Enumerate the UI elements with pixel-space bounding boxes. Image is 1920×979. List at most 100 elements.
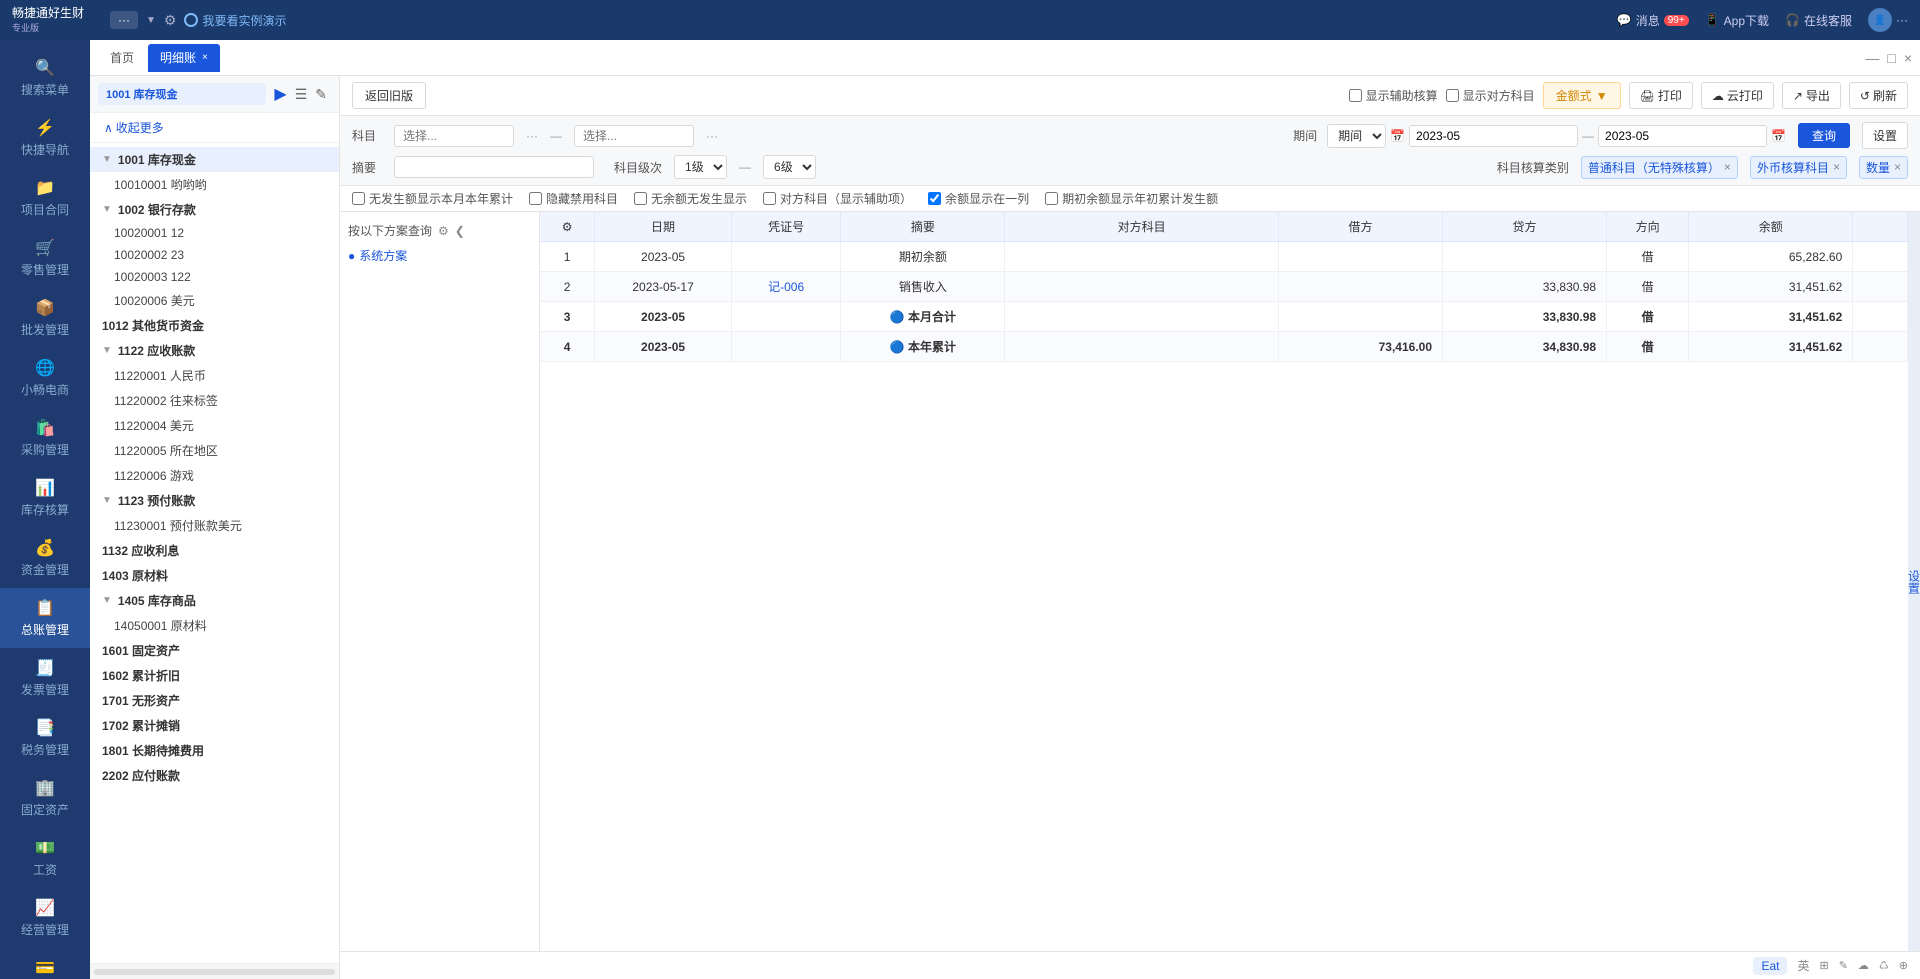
filter-tag-foreign[interactable]: 外币核算科目 × [1750,156,1847,179]
app-download-tool[interactable]: 📱 App下载 [1705,12,1769,29]
message-tool[interactable]: 💬 消息 99+ [1617,12,1689,29]
period-end-calendar-icon[interactable]: 📅 [1771,129,1786,143]
sidebar-item-ledger[interactable]: 📋 总账管理 [0,588,90,648]
opposite-subject-checkbox[interactable]: 对方科目（显示辅助项） [763,190,912,207]
sidebar-item-ecommerce[interactable]: 🌐 小畅电商 [0,348,90,408]
tab-close-btn[interactable]: × [1904,50,1912,66]
tree-item-1403[interactable]: 1403 原材料 [90,563,339,588]
no-balance-input[interactable] [634,192,647,205]
show-aux-input[interactable] [1349,89,1362,102]
opposite-subject-input[interactable] [763,192,776,205]
sidebar-item-tax[interactable]: 📑 税务管理 [0,708,90,768]
opening-year-checkbox[interactable]: 期初余额显示年初累计发生额 [1045,190,1218,207]
period-type-select[interactable]: 期间 [1327,124,1386,148]
query-btn[interactable]: 查询 [1798,123,1850,148]
period-end-input[interactable] [1598,125,1767,147]
sidebar-item-retail[interactable]: 🛒 零售管理 [0,228,90,288]
level-to-select[interactable]: 6级 [763,155,816,179]
tree-item-1405[interactable]: ▼ 1405 库存商品 [90,588,339,613]
online-service-tool[interactable]: 🎧 在线客服 [1785,12,1852,29]
tree-item-11220005[interactable]: 11220005 所在地区 [90,438,339,463]
gear-icon[interactable]: ⚙ [164,12,177,29]
balance-col-checkbox[interactable]: 余额显示在一列 [928,190,1029,207]
refresh-btn[interactable]: ↺ 刷新 [1849,82,1908,109]
show-aux-checkbox[interactable]: 显示辅助核算 [1349,87,1438,104]
tree-item-1132[interactable]: 1132 应收利息 [90,538,339,563]
sidebar-item-quicknav[interactable]: ⚡ 快捷导航 [0,108,90,168]
sidebar-item-finance[interactable]: 💰 资金管理 [0,528,90,588]
tab-close-icon[interactable]: × [202,52,208,63]
sidebar-item-assets[interactable]: 🏢 固定资产 [0,768,90,828]
tree-item-11220002[interactable]: 11220002 往来标签 [90,388,339,413]
tree-item-2202[interactable]: 2202 应付账款 [90,763,339,788]
sidebar-item-xiaochang[interactable]: 💳 小畅报销 [0,948,90,979]
status-icon-4[interactable]: ♺ [1879,959,1889,972]
no-balance-checkbox[interactable]: 无余额无发生显示 [634,190,747,207]
th-settings[interactable]: ⚙ [540,212,595,242]
cloud-print-btn[interactable]: ☁ 云打印 [1701,82,1774,109]
status-icon-5[interactable]: ⊕ [1899,959,1908,972]
back-btn[interactable]: 返回旧版 [352,82,426,109]
hide-disabled-checkbox[interactable]: 隐藏禁用科目 [529,190,618,207]
tree-item-1601[interactable]: 1601 固定资产 [90,638,339,663]
sidebar-item-search[interactable]: 🔍 搜索菜单 [0,48,90,108]
status-icon-1[interactable]: ⊞ [1819,959,1828,972]
tree-item-10020003[interactable]: 10020003 122 [90,266,339,288]
level-from-select[interactable]: 1级 [674,155,727,179]
td-voucher-2[interactable]: 记-006 [731,272,840,302]
tree-item-11220004[interactable]: 11220004 美元 [90,413,339,438]
eat-btn[interactable]: Eat [1753,957,1787,975]
tree-item-10020002[interactable]: 10020002 23 [90,244,339,266]
edit-icon[interactable]: ✎ [311,84,331,105]
sidebar-item-purchase[interactable]: 🛍️ 采购管理 [0,408,90,468]
subject-filter-input-2[interactable] [574,125,694,147]
tab-detail[interactable]: 明细账 × [148,44,220,72]
tree-item-1801[interactable]: 1801 长期待摊费用 [90,738,339,763]
sidebar-item-salary[interactable]: 💵 工资 [0,828,90,888]
tree-item-1123[interactable]: ▼ 1123 预付账款 [90,488,339,513]
hide-disabled-input[interactable] [529,192,542,205]
filter-tag-quantity[interactable]: 数量 × [1859,156,1908,179]
tree-item-11220006[interactable]: 11220006 游戏 [90,463,339,488]
system-plan-item[interactable]: ● 系统方案 [348,247,531,264]
print-btn[interactable]: 🖨 打印 [1629,82,1693,109]
gold-format-btn[interactable]: 金额式 ▼ [1543,82,1621,109]
list-icon[interactable]: ☰ [291,84,312,105]
expand-more-btn[interactable]: ∧ 收起更多 [98,117,170,138]
balance-col-input[interactable] [928,192,941,205]
subject-filter-input[interactable] [394,125,514,147]
period-start-input[interactable] [1409,125,1578,147]
tree-item-1002[interactable]: ▼ 1002 银行存款 [90,197,339,222]
plan-settings-icon[interactable]: ⚙ [438,224,449,238]
left-panel-scrollbar[interactable] [90,963,339,979]
tree-item-1701[interactable]: 1701 无形资产 [90,688,339,713]
filter-tag-foreign-remove[interactable]: × [1833,160,1840,174]
tree-item-11220001[interactable]: 11220001 人民币 [90,363,339,388]
filter-tag-normal-remove[interactable]: × [1724,160,1731,174]
no-occurrence-input[interactable] [352,192,365,205]
sidebar-item-operation[interactable]: 📈 经营管理 [0,888,90,948]
tree-item-10020001[interactable]: 10020001 12 [90,222,339,244]
sidebar-item-wholesale[interactable]: 📦 批发管理 [0,288,90,348]
tab-home[interactable]: 首页 [98,44,146,72]
show-opposite-input[interactable] [1446,89,1459,102]
tree-item-10010001[interactable]: 10010001 哟哟哟 [90,172,339,197]
status-icon-3[interactable]: ☁ [1858,959,1869,972]
tree-item-1012[interactable]: 1012 其他货币资金 [90,313,339,338]
filter-tag-normal[interactable]: 普通科目（无特殊核算） × [1581,156,1738,179]
tree-item-1602[interactable]: 1602 累计折旧 [90,663,339,688]
language-btn[interactable]: 英 [1797,957,1809,974]
tree-item-14050001[interactable]: 14050001 原材料 [90,613,339,638]
set-btn[interactable]: 设置 [1862,122,1908,149]
subject-selector[interactable]: 1001 库存现金 [98,83,266,105]
opening-year-input[interactable] [1045,192,1058,205]
workspace-selector[interactable]: ··· [110,11,138,29]
nav-right-icon[interactable]: ▶ [270,82,290,106]
export-btn[interactable]: ↗ 导出 [1782,82,1841,109]
tree-item-1122[interactable]: ▼ 1122 应收账款 [90,338,339,363]
sidebar-item-invoice[interactable]: 🧾 发票管理 [0,648,90,708]
voucher-link-2[interactable]: 记-006 [768,280,804,294]
demo-link[interactable]: 我要看实例演示 [184,12,286,29]
sidebar-item-project[interactable]: 📁 项目合同 [0,168,90,228]
status-icon-2[interactable]: ✎ [1839,959,1848,972]
